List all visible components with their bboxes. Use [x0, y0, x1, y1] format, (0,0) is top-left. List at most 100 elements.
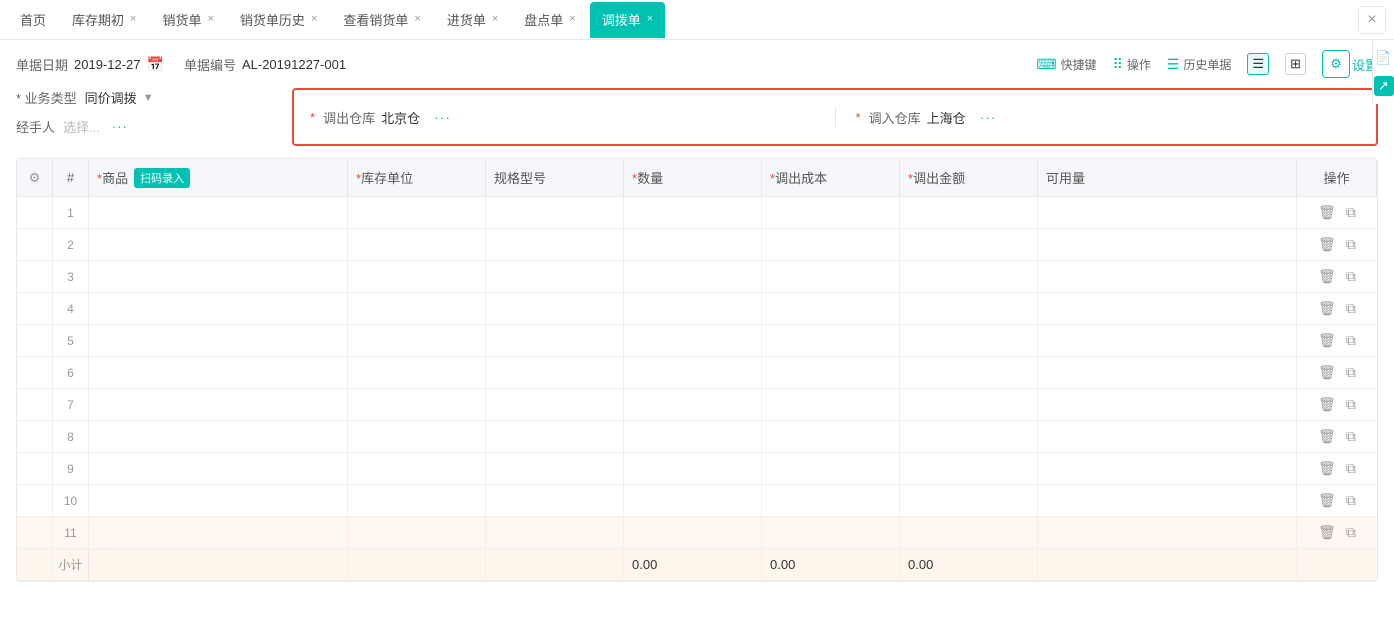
td-row1-available[interactable] — [1038, 197, 1297, 228]
grid-view-button[interactable]: ⊞ — [1285, 53, 1306, 75]
td-row5-spec[interactable] — [486, 325, 624, 356]
td-row1-cost[interactable] — [762, 197, 900, 228]
delete-icon[interactable]: 🗑 — [1316, 298, 1338, 319]
td-row8-product[interactable] — [89, 421, 348, 452]
td-row9-amount[interactable] — [900, 453, 1038, 484]
td-row11-qty[interactable] — [624, 517, 762, 548]
td-row6-spec[interactable] — [486, 357, 624, 388]
tab-inventory-init[interactable]: 库存期初 × — [60, 2, 148, 38]
delete-icon[interactable]: 🗑 — [1316, 330, 1338, 351]
td-row11-available[interactable] — [1038, 517, 1297, 548]
td-row9-unit[interactable] — [348, 453, 486, 484]
td-row7-product[interactable] — [89, 389, 348, 420]
agent-more-icon[interactable]: ··· — [112, 119, 128, 134]
window-close-button[interactable]: × — [1358, 6, 1386, 34]
list-view-button[interactable]: ☰ — [1247, 53, 1269, 75]
td-row11-product[interactable] — [89, 517, 348, 548]
tab-inventory[interactable]: 盘点单 × — [512, 2, 587, 38]
td-row9-spec[interactable] — [486, 453, 624, 484]
td-row4-available[interactable] — [1038, 293, 1297, 324]
td-row5-available[interactable] — [1038, 325, 1297, 356]
copy-icon[interactable]: ⧉ — [1344, 362, 1358, 383]
td-row11-cost[interactable] — [762, 517, 900, 548]
td-row10-unit[interactable] — [348, 485, 486, 516]
warehouse-in-value[interactable]: 上海仓 — [927, 108, 966, 127]
td-row2-qty[interactable] — [624, 229, 762, 260]
td-row7-unit[interactable] — [348, 389, 486, 420]
td-row1-product[interactable] — [89, 197, 348, 228]
td-row3-cost[interactable] — [762, 261, 900, 292]
td-row9-cost[interactable] — [762, 453, 900, 484]
td-row6-unit[interactable] — [348, 357, 486, 388]
tab-purchase[interactable]: 进货单 × — [435, 2, 510, 38]
td-row8-unit[interactable] — [348, 421, 486, 452]
td-row9-product[interactable] — [89, 453, 348, 484]
td-row6-available[interactable] — [1038, 357, 1297, 388]
copy-icon[interactable]: ⧉ — [1344, 394, 1358, 415]
td-row10-qty[interactable] — [624, 485, 762, 516]
delete-icon[interactable]: 🗑 — [1316, 362, 1338, 383]
td-row10-cost[interactable] — [762, 485, 900, 516]
td-row2-available[interactable] — [1038, 229, 1297, 260]
delete-icon[interactable]: 🗑 — [1316, 202, 1338, 223]
copy-icon[interactable]: ⧉ — [1344, 490, 1358, 511]
delete-icon[interactable]: 🗑 — [1316, 522, 1338, 543]
td-row4-spec[interactable] — [486, 293, 624, 324]
tab-home[interactable]: 首页 — [8, 2, 58, 38]
td-row8-qty[interactable] — [624, 421, 762, 452]
td-row2-amount[interactable] — [900, 229, 1038, 260]
td-row5-cost[interactable] — [762, 325, 900, 356]
agent-placeholder[interactable]: 选择... — [63, 117, 100, 136]
td-row6-cost[interactable] — [762, 357, 900, 388]
td-row2-product[interactable] — [89, 229, 348, 260]
td-row7-spec[interactable] — [486, 389, 624, 420]
td-row8-available[interactable] — [1038, 421, 1297, 452]
tab-inventory-close[interactable]: × — [569, 14, 575, 25]
tab-view-sales-close[interactable]: × — [414, 14, 420, 25]
td-row1-amount[interactable] — [900, 197, 1038, 228]
copy-icon[interactable]: ⧉ — [1344, 522, 1358, 543]
gear-button[interactable]: ⚙ — [1322, 50, 1350, 78]
delete-icon[interactable]: 🗑 — [1316, 394, 1338, 415]
td-row1-spec[interactable] — [486, 197, 624, 228]
shortcut-button[interactable]: ⌨ 快捷键 — [1036, 56, 1096, 73]
td-row3-unit[interactable] — [348, 261, 486, 292]
tab-sales-order-close[interactable]: × — [207, 14, 213, 25]
td-row11-spec[interactable] — [486, 517, 624, 548]
td-row8-cost[interactable] — [762, 421, 900, 452]
copy-icon[interactable]: ⧉ — [1344, 234, 1358, 255]
td-row5-qty[interactable] — [624, 325, 762, 356]
td-row10-available[interactable] — [1038, 485, 1297, 516]
scan-button[interactable]: 扫码录入 — [134, 168, 190, 188]
warehouse-out-more[interactable]: ··· — [434, 109, 451, 125]
td-row3-product[interactable] — [89, 261, 348, 292]
tab-purchase-close[interactable]: × — [492, 14, 498, 25]
td-row6-amount[interactable] — [900, 357, 1038, 388]
td-row4-qty[interactable] — [624, 293, 762, 324]
td-row9-qty[interactable] — [624, 453, 762, 484]
td-row3-available[interactable] — [1038, 261, 1297, 292]
td-row11-unit[interactable] — [348, 517, 486, 548]
delete-icon[interactable]: 🗑 — [1316, 426, 1338, 447]
delete-icon[interactable]: 🗑 — [1316, 490, 1338, 511]
td-row5-amount[interactable] — [900, 325, 1038, 356]
td-row5-unit[interactable] — [348, 325, 486, 356]
tab-sales-history[interactable]: 销货单历史 × — [228, 2, 329, 38]
sidebar-export-icon[interactable]: ↗ — [1374, 76, 1394, 96]
td-row2-unit[interactable] — [348, 229, 486, 260]
warehouse-out-value[interactable]: 北京仓 — [381, 108, 420, 127]
copy-icon[interactable]: ⧉ — [1344, 426, 1358, 447]
td-row1-unit[interactable] — [348, 197, 486, 228]
copy-icon[interactable]: ⧉ — [1344, 266, 1358, 287]
td-row8-amount[interactable] — [900, 421, 1038, 452]
td-row3-spec[interactable] — [486, 261, 624, 292]
td-row7-cost[interactable] — [762, 389, 900, 420]
td-row3-qty[interactable] — [624, 261, 762, 292]
biz-type-select[interactable]: 同价调拨 ▼ — [85, 88, 276, 107]
delete-icon[interactable]: 🗑 — [1316, 266, 1338, 287]
td-row2-cost[interactable] — [762, 229, 900, 260]
tab-transfer[interactable]: 调拨单 × — [590, 2, 665, 38]
td-row10-product[interactable] — [89, 485, 348, 516]
warehouse-in-more[interactable]: ··· — [980, 109, 997, 125]
td-row4-amount[interactable] — [900, 293, 1038, 324]
